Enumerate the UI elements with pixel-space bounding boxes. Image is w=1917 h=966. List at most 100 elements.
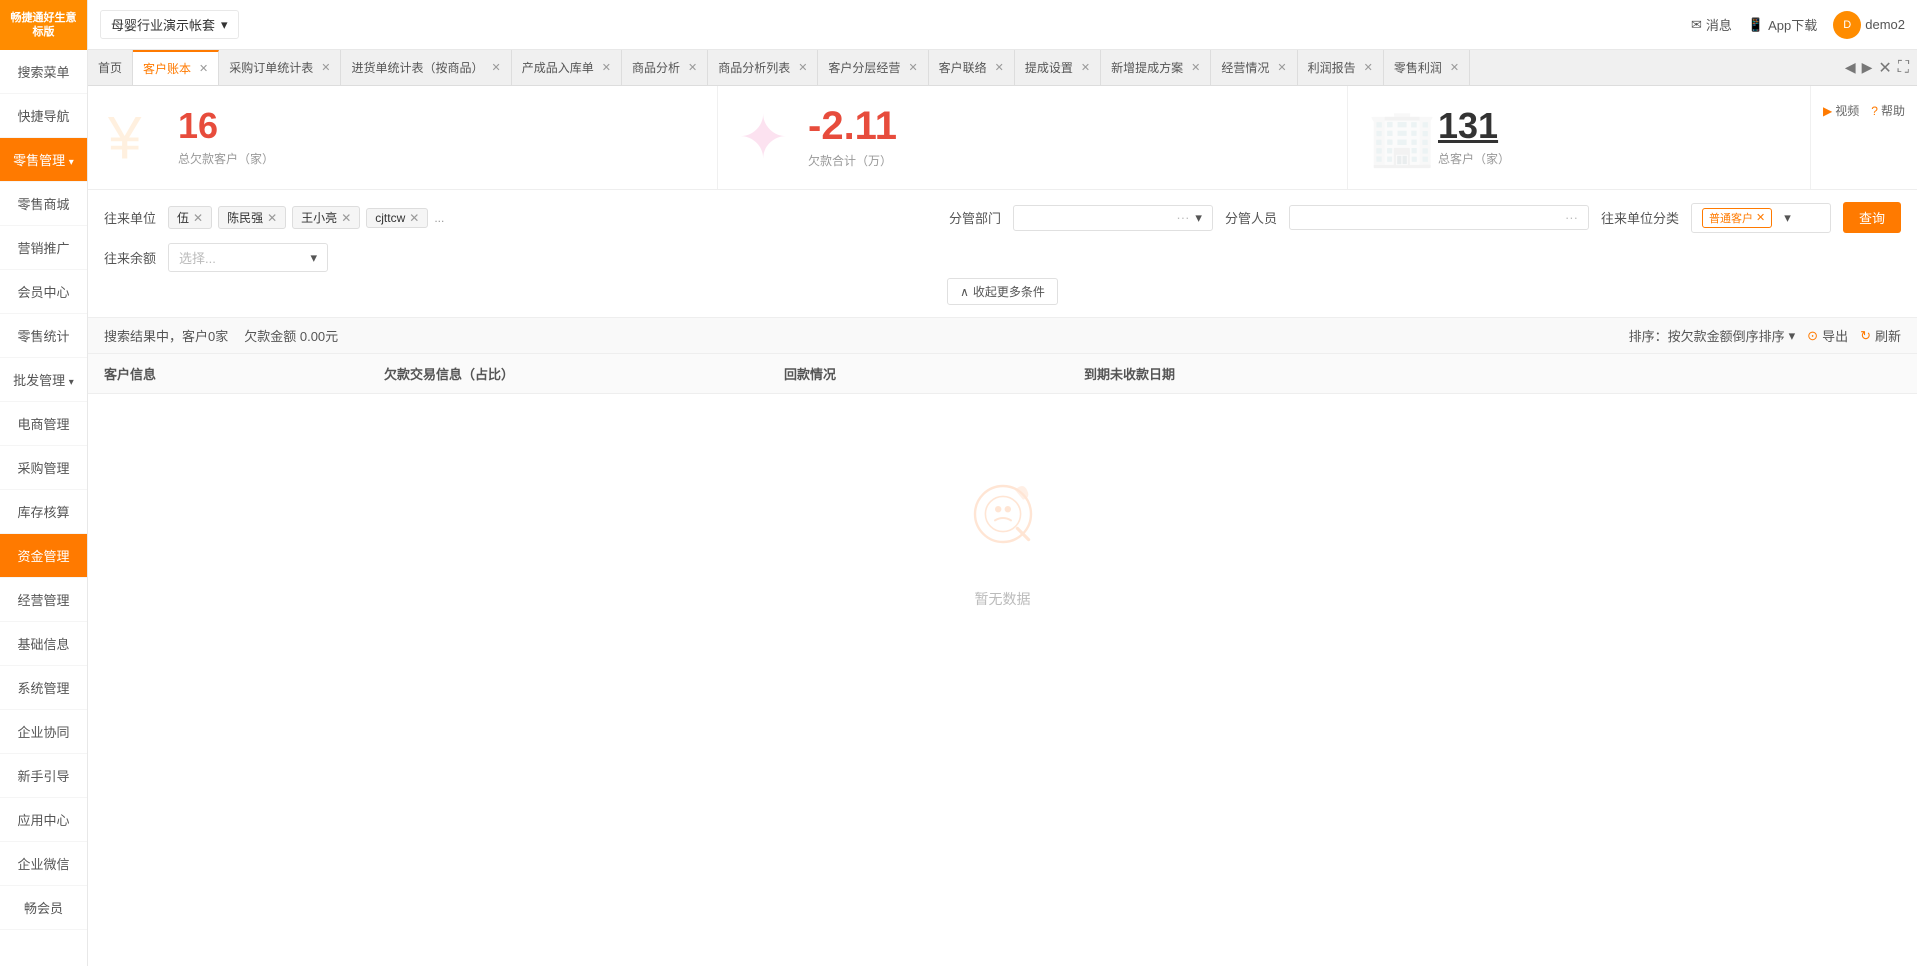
sidebar-item-retail-mall[interactable]: 零售商城 <box>0 182 87 226</box>
tab-operations-close[interactable]: ✕ <box>1277 61 1286 74</box>
tab-new-commission[interactable]: 新增提成方案 ✕ <box>1101 50 1211 86</box>
sidebar-item-ecommerce[interactable]: 电商管理 <box>0 402 87 446</box>
sidebar-item-purchase[interactable]: 采购管理 <box>0 446 87 490</box>
tab-retail-profit-close[interactable]: ✕ <box>1450 61 1459 74</box>
sidebar-item-retail-stats[interactable]: 零售统计 <box>0 314 87 358</box>
sidebar-item-member-center[interactable]: 会员中心 <box>0 270 87 314</box>
sidebar-item-operations[interactable]: 经营管理 <box>0 578 87 622</box>
remove-cjttcw-tag[interactable]: ✕ <box>409 211 419 225</box>
more-tags-btn[interactable]: ... <box>434 211 444 225</box>
tab-product-analysis-label: 商品分析 <box>632 59 680 76</box>
remove-wang-tag[interactable]: ✕ <box>341 211 351 225</box>
person-select[interactable]: ··· <box>1289 205 1589 230</box>
sidebar-item-basic-info[interactable]: 基础信息 <box>0 622 87 666</box>
app-download-button[interactable]: 📱 App下载 <box>1748 15 1817 34</box>
tab-product-analysis-list-close[interactable]: ✕ <box>798 61 807 74</box>
tab-product-inbound-close[interactable]: ✕ <box>602 61 611 74</box>
unit-type-filter-label: 往来单位分类 <box>1601 208 1679 227</box>
empty-state: 暂无数据 <box>88 394 1917 689</box>
tab-customer-contact-close[interactable]: ✕ <box>995 61 1004 74</box>
export-button[interactable]: ⊙ 导出 <box>1807 326 1848 345</box>
tab-purchase-order-close[interactable]: ✕ <box>321 61 330 74</box>
sidebar-item-shortcuts[interactable]: 快捷导航 <box>0 94 87 138</box>
sidebar-item-finance[interactable]: 资金管理 <box>0 534 87 578</box>
query-button[interactable]: 查询 <box>1843 202 1901 233</box>
tab-scroll-right[interactable]: ▶ <box>1862 59 1873 76</box>
tab-customer-tier[interactable]: 客户分层经营 ✕ <box>818 50 928 86</box>
company-name: 母婴行业演示帐套 <box>111 15 215 34</box>
company-selector[interactable]: 母婴行业演示帐套 ▾ <box>100 10 239 39</box>
remove-chen-tag[interactable]: ✕ <box>267 211 277 225</box>
tab-operations[interactable]: 经营情况 ✕ <box>1211 50 1297 86</box>
tab-customer-ledger-close[interactable]: ✕ <box>199 62 208 75</box>
top-bar-left: 母婴行业演示帐套 ▾ <box>100 10 239 39</box>
sidebar-item-marketing[interactable]: 营销推广 <box>0 226 87 270</box>
tab-home[interactable]: 首页 <box>88 50 133 86</box>
sort-label: 排序：按欠款金额倒序排序 <box>1629 326 1785 345</box>
tab-inbound-stats-close[interactable]: ✕ <box>492 61 501 74</box>
sidebar-item-enterprise[interactable]: 企业协同 <box>0 710 87 754</box>
tab-fullscreen[interactable]: ⛶ <box>1898 59 1909 77</box>
balance-select[interactable]: 选择... ▾ <box>168 243 328 272</box>
dept-filter-label: 分管部门 <box>949 208 1001 227</box>
empty-icon <box>963 474 1043 573</box>
tab-home-label: 首页 <box>98 59 122 76</box>
collapse-button[interactable]: ∧ 收起更多条件 <box>947 278 1058 305</box>
tab-product-inbound[interactable]: 产成品入库单 ✕ <box>512 50 622 86</box>
refresh-label: 刷新 <box>1875 326 1901 345</box>
top-bar-right: ✉ 消息 📱 App下载 D demo2 <box>1691 11 1905 39</box>
help-link[interactable]: ? 帮助 <box>1871 102 1905 119</box>
person-filter-label: 分管人员 <box>1225 208 1277 227</box>
tab-commission-settings-close[interactable]: ✕ <box>1081 61 1090 74</box>
refresh-icon: ↻ <box>1860 328 1871 344</box>
dept-select[interactable]: ··· ▾ <box>1013 205 1213 231</box>
sidebar-item-inventory[interactable]: 库存核算 <box>0 490 87 534</box>
tab-scroll-left[interactable]: ◀ <box>1845 59 1856 76</box>
tab-product-analysis-list[interactable]: 商品分析列表 ✕ <box>708 50 818 86</box>
sidebar-item-newbie[interactable]: 新手引导 <box>0 754 87 798</box>
dept-select-arrow: ▾ <box>1195 210 1202 226</box>
tab-product-analysis[interactable]: 商品分析 ✕ <box>622 50 708 86</box>
tab-retail-profit[interactable]: 零售利润 ✕ <box>1384 50 1470 86</box>
result-text: 搜索结果中，客户0家 欠款金额 0.00元 <box>104 326 338 345</box>
sidebar-item-wholesale[interactable]: 批发管理 ▾ <box>0 358 87 402</box>
tab-inbound-stats[interactable]: 进货单统计表（按商品） ✕ <box>341 50 511 86</box>
tab-retail-profit-label: 零售利润 <box>1394 59 1442 76</box>
help-label: 帮助 <box>1881 102 1905 119</box>
sidebar-item-retail[interactable]: 零售管理 ▾ <box>0 138 87 182</box>
sidebar-item-wechat[interactable]: 企业微信 <box>0 842 87 886</box>
tab-commission-settings[interactable]: 提成设置 ✕ <box>1015 50 1101 86</box>
stat1-value: 16 <box>178 108 218 144</box>
tab-purchase-order[interactable]: 采购订单统计表 ✕ <box>219 50 341 86</box>
sidebar-item-app-center[interactable]: 应用中心 <box>0 798 87 842</box>
tab-product-analysis-close[interactable]: ✕ <box>688 61 697 74</box>
unit-type-select[interactable]: 普通客户 ✕ ▾ <box>1691 203 1831 233</box>
message-button[interactable]: ✉ 消息 <box>1691 15 1732 34</box>
tab-customer-contact[interactable]: 客户联络 ✕ <box>929 50 1015 86</box>
tab-purchase-order-label: 采购订单统计表 <box>229 59 313 76</box>
sidebar-item-vip[interactable]: 畅会员 <box>0 886 87 930</box>
company-selector-arrow: ▾ <box>221 17 228 33</box>
tab-profit-report-close[interactable]: ✕ <box>1364 61 1373 74</box>
unit-tags-container: 伍 ✕ 陈民强 ✕ 王小亮 ✕ <box>168 206 937 229</box>
remove-customer-type-tag[interactable]: ✕ <box>1756 211 1765 224</box>
tab-customer-tier-close[interactable]: ✕ <box>908 61 917 74</box>
tab-operations-label: 经营情况 <box>1221 59 1269 76</box>
table-header: 客户信息 欠款交易信息（占比） 回款情况 到期未收款日期 <box>88 354 1917 394</box>
tab-customer-ledger[interactable]: 客户账本 ✕ <box>133 50 219 86</box>
refresh-button[interactable]: ↻ 刷新 <box>1860 326 1901 345</box>
tab-profit-report[interactable]: 利润报告 ✕ <box>1298 50 1384 86</box>
tab-new-commission-close[interactable]: ✕ <box>1191 61 1200 74</box>
export-label: 导出 <box>1822 326 1848 345</box>
person-select-more: ··· <box>1565 210 1578 225</box>
video-link[interactable]: ▶ 视频 <box>1823 102 1859 119</box>
user-menu[interactable]: D demo2 <box>1833 11 1905 39</box>
remove-wu-tag[interactable]: ✕ <box>193 211 203 225</box>
video-label: 视频 <box>1835 102 1859 119</box>
sort-select[interactable]: 排序：按欠款金额倒序排序 ▾ <box>1629 326 1796 345</box>
data-table: 客户信息 欠款交易信息（占比） 回款情况 到期未收款日期 <box>88 354 1917 689</box>
sidebar-item-search[interactable]: 搜索菜单 <box>0 50 87 94</box>
tab-close-all[interactable]: ✕ <box>1878 58 1891 78</box>
page-actions: ▶ 视频 ? 帮助 <box>1811 94 1917 127</box>
sidebar-item-system[interactable]: 系统管理 <box>0 666 87 710</box>
